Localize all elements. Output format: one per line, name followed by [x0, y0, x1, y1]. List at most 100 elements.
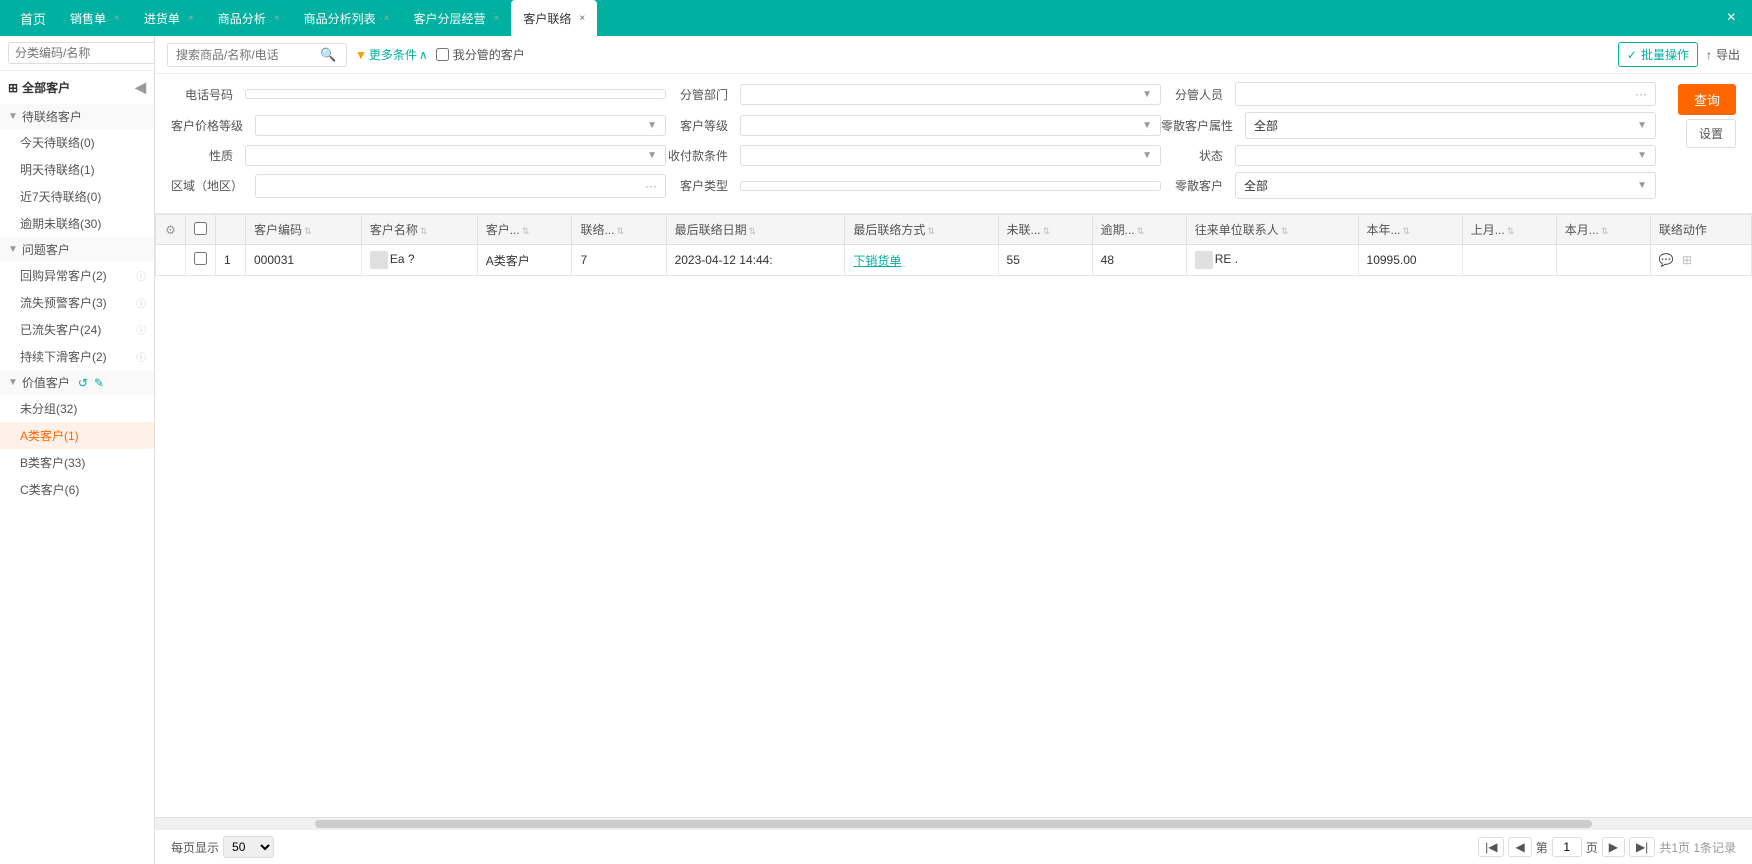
gear-icon[interactable]: ⚙	[165, 223, 176, 237]
page-prefix-label: 第	[1536, 839, 1548, 856]
sidebar-group-pending[interactable]: ▼ 待联络客户	[0, 104, 154, 129]
th-this-year[interactable]: 本年...⇅	[1358, 215, 1462, 245]
close-purchase-tab[interactable]: ×	[188, 13, 194, 24]
select-all-checkbox[interactable]	[194, 222, 207, 235]
row-overdue: 48	[1092, 245, 1186, 276]
setting-button[interactable]: 设置	[1686, 119, 1736, 148]
retail-label: 零散客户	[1161, 177, 1231, 194]
edit-icon[interactable]: ✎	[94, 376, 104, 390]
sidebar-group-problem[interactable]: ▼ 问题客户	[0, 237, 154, 262]
sidebar-item-tomorrow[interactable]: 明天待联络(1)	[0, 156, 154, 183]
nav-home[interactable]: 首页	[8, 9, 58, 28]
sidebar-item-declining[interactable]: 持续下滑客户(2) ⓘ	[0, 343, 154, 370]
tab-analysis[interactable]: 商品分析 ×	[206, 0, 292, 36]
tab-purchase[interactable]: 进货单 ×	[132, 0, 206, 36]
tab-analysis-list[interactable]: 商品分析列表 ×	[292, 0, 402, 36]
horizontal-scrollbar[interactable]	[155, 817, 1752, 829]
retail-select[interactable]: 全部▼	[1235, 172, 1656, 199]
page-suffix-label: 页	[1586, 839, 1598, 856]
dept-select[interactable]: ▼	[740, 84, 1161, 105]
th-gear[interactable]: ⚙	[156, 215, 186, 245]
chat-icon[interactable]: 💬	[1659, 253, 1674, 267]
nature-label: 性质	[171, 147, 241, 164]
sidebar-item-7days[interactable]: 近7天待联络(0)	[0, 183, 154, 210]
grid-icon: ⊞	[8, 81, 18, 95]
close-customer-mgmt-tab[interactable]: ×	[493, 13, 499, 24]
sidebar-item-churned[interactable]: 已流失客户(24) ⓘ	[0, 316, 154, 343]
th-last-date[interactable]: 最后联络日期⇅	[666, 215, 845, 245]
my-customers-checkbox[interactable]	[436, 48, 449, 61]
sidebar-search-input[interactable]	[8, 42, 155, 64]
person-label: 分管人员	[1161, 86, 1231, 103]
row-select-checkbox[interactable]	[194, 252, 207, 265]
filter-more-btn[interactable]: ▼ 更多条件 ∧	[355, 46, 428, 63]
tab-customer-mgmt[interactable]: 客户分层经营 ×	[401, 0, 511, 36]
th-contact[interactable]: 联络...⇅	[572, 215, 666, 245]
nature-select[interactable]: ▼	[245, 145, 666, 166]
th-overdue[interactable]: 逾期...⇅	[1092, 215, 1186, 245]
sidebar-item-ungroup[interactable]: 未分组(32)	[0, 395, 154, 422]
row-last-date: 2023-04-12 14:44:	[666, 245, 845, 276]
filter-search-icon[interactable]: 🔍	[320, 47, 336, 63]
last-page-btn[interactable]: ▶|	[1629, 837, 1655, 857]
chevron-down-icon: ∧	[419, 48, 428, 62]
sidebar-item-class-b[interactable]: B类客户(33)	[0, 449, 154, 476]
tab-customer-contact[interactable]: 客户联络 ×	[511, 0, 597, 36]
region-input[interactable]: ···	[255, 174, 666, 198]
th-unit-contact[interactable]: 往来单位联系人⇅	[1186, 215, 1358, 245]
page-size-area: 每页显示 50 100 200	[171, 836, 274, 858]
refresh-icon[interactable]: ↺	[78, 376, 88, 390]
sidebar-item-class-c[interactable]: C类客户(6)	[0, 476, 154, 503]
status-select[interactable]: ▼	[1235, 145, 1656, 166]
filter-search-box[interactable]: 🔍	[167, 43, 347, 67]
arrow-down-icon-3: ▼	[8, 377, 18, 388]
page-number-input[interactable]	[1552, 837, 1582, 857]
adv-row-2: 客户价格等级 ▼ 客户等级 ▼ 零散客户属性	[171, 112, 1656, 139]
th-no-contact[interactable]: 未联...⇅	[998, 215, 1092, 245]
filter-search-input[interactable]	[176, 48, 316, 62]
th-code[interactable]: 客户编码⇅	[246, 215, 362, 245]
grid-action-icon[interactable]: ⊞	[1682, 253, 1692, 267]
th-last-method[interactable]: 最后联络方式⇅	[845, 215, 998, 245]
close-analysis-list-tab[interactable]: ×	[384, 13, 390, 24]
prev-page-btn[interactable]: ◀	[1508, 837, 1531, 857]
last-method-link[interactable]: 下销货单	[853, 254, 901, 268]
export-btn[interactable]: ↑ 导出	[1706, 46, 1740, 63]
person-input[interactable]: ···	[1235, 82, 1656, 106]
batch-op-btn[interactable]: ✓ 批量操作	[1618, 42, 1698, 67]
sidebar-item-repurchase[interactable]: 回购异常客户(2) ⓘ	[0, 262, 154, 289]
retail-attr-select[interactable]: 全部▼	[1245, 112, 1656, 139]
th-action: 联络动作	[1650, 215, 1751, 245]
row-no-contact: 55	[998, 245, 1092, 276]
payment-select[interactable]: ▼	[740, 145, 1161, 166]
all-customers-label[interactable]: 全部客户	[22, 79, 70, 96]
th-type[interactable]: 客户...⇅	[477, 215, 572, 245]
price-level-select[interactable]: ▼	[255, 115, 666, 136]
phone-input[interactable]	[245, 89, 666, 99]
th-last-month[interactable]: 上月...⇅	[1462, 215, 1556, 245]
close-customer-contact-tab[interactable]: ×	[579, 13, 585, 24]
table-area: ⚙ 客户编码⇅ 客户名称⇅ 客户...⇅ 联络...⇅ 最后联络日期⇅ 最后联络…	[155, 214, 1752, 817]
first-page-btn[interactable]: |◀	[1478, 837, 1504, 857]
th-index	[216, 215, 246, 245]
per-page-select[interactable]: 50 100 200	[223, 836, 274, 858]
close-sales-tab[interactable]: ×	[114, 13, 120, 24]
sidebar-item-overdue[interactable]: 逾期未联络(30)	[0, 210, 154, 237]
sidebar-all-customers-header: ⊞ 全部客户 ◀	[0, 71, 154, 104]
sidebar: 🔍 ⊞ 全部客户 ◀ ▼ 待联络客户 今天待联络(0) 明天待联络(1) 近7天…	[0, 36, 155, 864]
sidebar-item-churn-warning[interactable]: 流失预警客户(3) ⓘ	[0, 289, 154, 316]
field-phone: 电话号码	[171, 86, 666, 103]
sidebar-item-class-a[interactable]: A类客户(1)	[0, 422, 154, 449]
next-page-btn[interactable]: ▶	[1602, 837, 1625, 857]
query-button[interactable]: 查询	[1678, 84, 1736, 115]
cust-type-input[interactable]	[740, 181, 1161, 191]
sidebar-collapse-btn[interactable]: ◀	[135, 79, 146, 96]
sidebar-item-today[interactable]: 今天待联络(0)	[0, 129, 154, 156]
close-all-btn[interactable]: ×	[1719, 9, 1744, 27]
cust-level-select[interactable]: ▼	[740, 115, 1161, 136]
th-this-month[interactable]: 本月...⇅	[1556, 215, 1650, 245]
row-last-method[interactable]: 下销货单	[845, 245, 998, 276]
tab-sales[interactable]: 销售单 ×	[58, 0, 132, 36]
th-name[interactable]: 客户名称⇅	[361, 215, 477, 245]
close-analysis-tab[interactable]: ×	[274, 13, 280, 24]
